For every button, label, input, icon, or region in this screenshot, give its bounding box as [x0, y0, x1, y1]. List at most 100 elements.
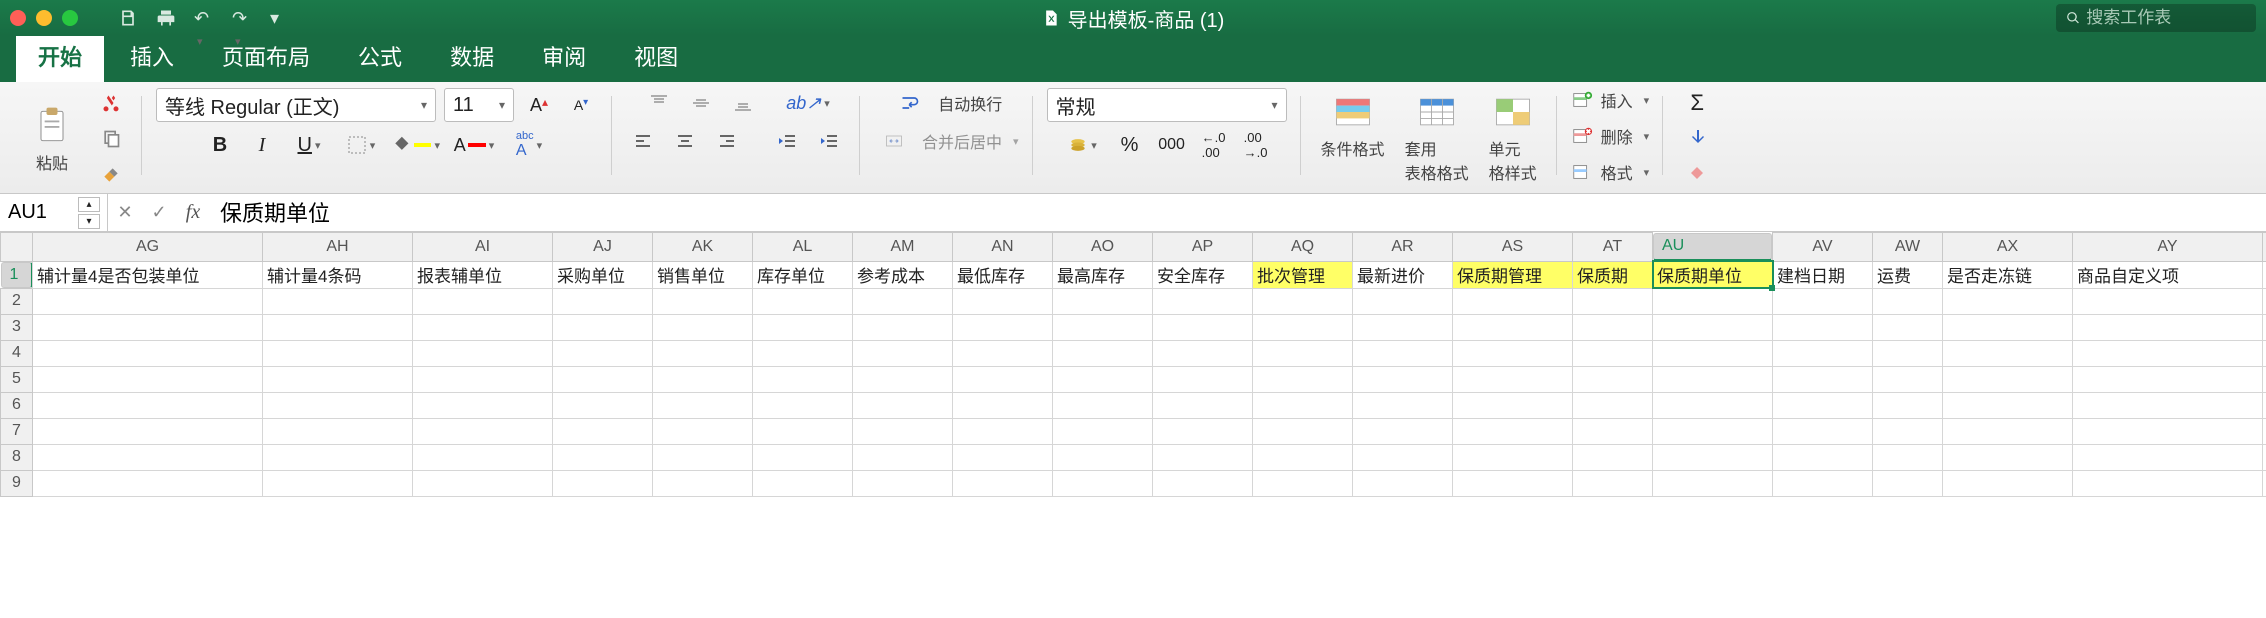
row-header-8[interactable]: 8 — [1, 444, 33, 470]
cell-AI8[interactable] — [413, 444, 553, 470]
search-sheet[interactable] — [2056, 4, 2256, 32]
cell-AH9[interactable] — [263, 470, 413, 496]
cell-AQ3[interactable] — [1253, 314, 1353, 340]
tab-insert[interactable]: 插入 — [108, 30, 196, 82]
cut-button[interactable] — [94, 88, 128, 118]
row-header-4[interactable]: 4 — [1, 340, 33, 366]
tab-data[interactable]: 数据 — [428, 30, 516, 82]
print-icon[interactable] — [156, 8, 176, 28]
cell-AI5[interactable] — [413, 366, 553, 392]
cell-AX7[interactable] — [1943, 418, 2073, 444]
row-header-9[interactable]: 9 — [1, 470, 33, 496]
align-center-button[interactable] — [668, 126, 702, 156]
cell-AG2[interactable] — [33, 288, 263, 314]
col-header-AL[interactable]: AL — [753, 233, 853, 262]
cell-AK8[interactable] — [653, 444, 753, 470]
cell-AM3[interactable] — [853, 314, 953, 340]
cell-AS4[interactable] — [1453, 340, 1573, 366]
col-header-AG[interactable]: AG — [33, 233, 263, 262]
cell-AT9[interactable] — [1573, 470, 1653, 496]
cell-AT8[interactable] — [1573, 444, 1653, 470]
cell-AR6[interactable] — [1353, 392, 1453, 418]
cell-AL1[interactable]: 库存单位 — [753, 261, 853, 288]
cell-AM6[interactable] — [853, 392, 953, 418]
cell-AZ9[interactable] — [2263, 470, 2266, 496]
cell-AV5[interactable] — [1773, 366, 1873, 392]
row-header-2[interactable]: 2 — [1, 288, 33, 314]
cell-AI4[interactable] — [413, 340, 553, 366]
cell-AS3[interactable] — [1453, 314, 1573, 340]
search-input[interactable] — [2086, 8, 2246, 28]
cell-AI6[interactable] — [413, 392, 553, 418]
cell-AV4[interactable] — [1773, 340, 1873, 366]
autosum-button[interactable]: Σ — [1677, 88, 1717, 118]
align-left-button[interactable] — [626, 126, 660, 156]
font-color-button[interactable]: A▾ — [449, 130, 499, 160]
cell-AQ5[interactable] — [1253, 366, 1353, 392]
cell-AY5[interactable] — [2073, 366, 2263, 392]
cell-AY2[interactable] — [2073, 288, 2263, 314]
cell-AM7[interactable] — [853, 418, 953, 444]
cell-AM9[interactable] — [853, 470, 953, 496]
cell-AR1[interactable]: 最新进价 — [1353, 261, 1453, 288]
cell-AN5[interactable] — [953, 366, 1053, 392]
cell-AO2[interactable] — [1053, 288, 1153, 314]
col-header-AW[interactable]: AW — [1873, 233, 1943, 262]
cell-AT4[interactable] — [1573, 340, 1653, 366]
tab-start[interactable]: 开始 — [16, 30, 104, 82]
cell-AW9[interactable] — [1873, 470, 1943, 496]
cell-AO5[interactable] — [1053, 366, 1153, 392]
cell-AX6[interactable] — [1943, 392, 2073, 418]
cell-AW2[interactable] — [1873, 288, 1943, 314]
col-header-AV[interactable]: AV — [1773, 233, 1873, 262]
col-header-AR[interactable]: AR — [1353, 233, 1453, 262]
cell-AI7[interactable] — [413, 418, 553, 444]
cell-AG3[interactable] — [33, 314, 263, 340]
cell-AX2[interactable] — [1943, 288, 2073, 314]
cell-AR8[interactable] — [1353, 444, 1453, 470]
row-header-5[interactable]: 5 — [1, 366, 33, 392]
cell-AP1[interactable]: 安全库存 — [1153, 261, 1253, 288]
tab-view[interactable]: 视图 — [612, 30, 700, 82]
cell-AQ2[interactable] — [1253, 288, 1353, 314]
cell-AK7[interactable] — [653, 418, 753, 444]
fill-color-button[interactable]: ▾ — [391, 130, 441, 160]
cell-AN7[interactable] — [953, 418, 1053, 444]
col-header-AY[interactable]: AY — [2073, 233, 2263, 262]
cell-AO7[interactable] — [1053, 418, 1153, 444]
tab-formula[interactable]: 公式 — [336, 30, 424, 82]
col-header-AM[interactable]: AM — [853, 233, 953, 262]
cell-AU2[interactable] — [1653, 288, 1773, 314]
cell-AJ5[interactable] — [553, 366, 653, 392]
cell-AS9[interactable] — [1453, 470, 1573, 496]
cell-AU1[interactable]: 保质期单位 — [1653, 261, 1773, 288]
cell-AU7[interactable] — [1653, 418, 1773, 444]
conditional-format-button[interactable]: 条件格式 — [1315, 88, 1391, 162]
cell-AN4[interactable] — [953, 340, 1053, 366]
cell-AH3[interactable] — [263, 314, 413, 340]
format-cells-button[interactable]: 格式▾ — [1571, 160, 1650, 184]
align-middle-button[interactable] — [684, 88, 718, 118]
cell-AW7[interactable] — [1873, 418, 1943, 444]
name-box[interactable]: ▴ ▾ — [0, 194, 108, 231]
cell-AP3[interactable] — [1153, 314, 1253, 340]
cell-AJ6[interactable] — [553, 392, 653, 418]
cell-AX9[interactable] — [1943, 470, 2073, 496]
cell-AO6[interactable] — [1053, 392, 1153, 418]
cell-AK1[interactable]: 销售单位 — [653, 261, 753, 288]
cell-AV2[interactable] — [1773, 288, 1873, 314]
cell-AV9[interactable] — [1773, 470, 1873, 496]
cell-AH4[interactable] — [263, 340, 413, 366]
name-box-up[interactable]: ▴ — [78, 197, 100, 212]
cell-AY7[interactable] — [2073, 418, 2263, 444]
cell-AW5[interactable] — [1873, 366, 1943, 392]
cell-AK5[interactable] — [653, 366, 753, 392]
cell-AW1[interactable]: 运费 — [1873, 261, 1943, 288]
cell-AY4[interactable] — [2073, 340, 2263, 366]
tab-layout[interactable]: 页面布局 — [200, 30, 332, 82]
orientation-button[interactable]: ab↗▾ — [786, 88, 830, 118]
cell-AL8[interactable] — [753, 444, 853, 470]
cell-AU6[interactable] — [1653, 392, 1773, 418]
cell-AX8[interactable] — [1943, 444, 2073, 470]
cell-AN3[interactable] — [953, 314, 1053, 340]
